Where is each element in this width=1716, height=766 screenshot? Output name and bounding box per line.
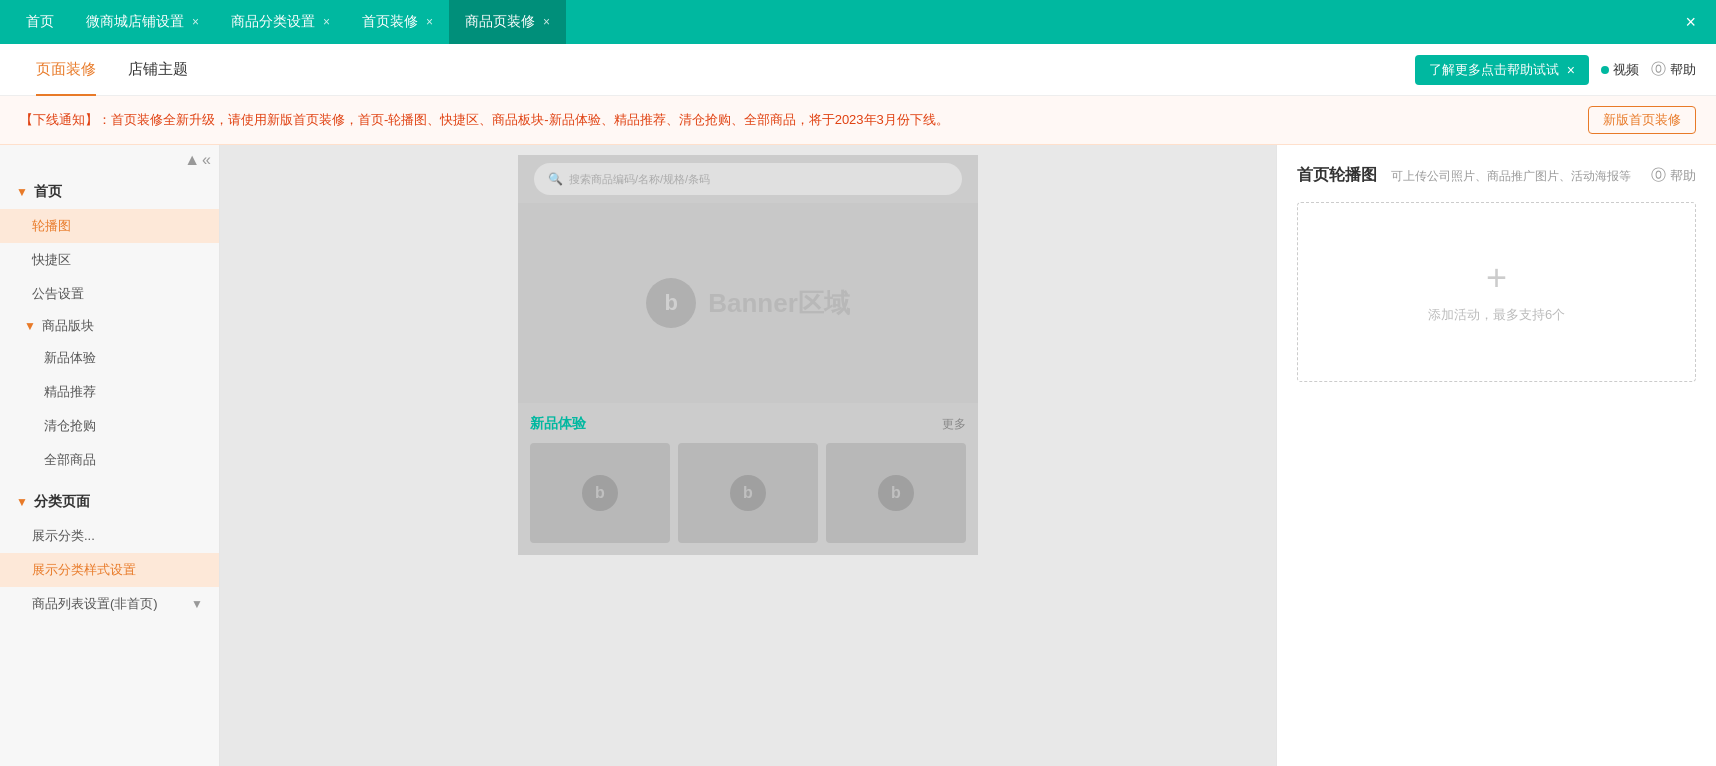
preview-products-section: 新品体验 更多 b b b <box>518 403 978 555</box>
section-arrow-home: ▼ <box>16 185 28 199</box>
section-arrow-category: ▼ <box>16 495 28 509</box>
product-icon-3: b <box>878 475 914 511</box>
subsection-arrow-product-blocks: ▼ <box>24 319 36 333</box>
sidebar-item-shortcuts[interactable]: 快捷区 <box>0 243 219 277</box>
tab-close-store-settings[interactable]: × <box>192 15 199 29</box>
notice-text: 【下线通知】：首页装修全新升级，请使用新版首页装修，首页-轮播图、快捷区、商品板… <box>20 111 949 129</box>
right-panel-header: 首页轮播图 可上传公司照片、商品推广图片、活动海报等 ⓪ 帮助 <box>1297 165 1696 186</box>
expand-icon: ▼ <box>191 597 203 611</box>
preview-search-input: 🔍 搜索商品编码/名称/规格/条码 <box>534 163 962 195</box>
product-icon-1: b <box>582 475 618 511</box>
video-link[interactable]: 视频 <box>1601 61 1639 79</box>
sidebar-item-new-experience[interactable]: 新品体验 <box>0 341 219 375</box>
tab-bar: 首页 微商城店铺设置 × 商品分类设置 × 首页装修 × 商品页装修 × × <box>0 0 1716 44</box>
sidebar-item-carousel[interactable]: 轮播图 <box>0 209 219 243</box>
sidebar-item-announcement[interactable]: 公告设置 <box>0 277 219 311</box>
products-more: 更多 <box>942 416 966 433</box>
tab-category-settings[interactable]: 商品分类设置 × <box>215 0 346 44</box>
sidebar-item-product-list-settings[interactable]: 商品列表设置(非首页) ▼ <box>0 587 219 621</box>
preview-area: 🔍 搜索商品编码/名称/规格/条码 b Banner区域 新品体验 更多 <box>220 145 1276 766</box>
help-link[interactable]: ⓪ 帮助 <box>1651 60 1696 79</box>
sub-tab-page-decor[interactable]: 页面装修 <box>20 44 112 96</box>
banner-logo-icon: b <box>646 278 696 328</box>
up-arrow-icon: ▲ <box>184 151 200 169</box>
add-plus-icon: + <box>1486 260 1507 296</box>
products-title: 新品体验 <box>530 415 586 433</box>
tab-close-product-decor[interactable]: × <box>543 15 550 29</box>
sidebar-collapse-button[interactable]: ▲ « <box>0 145 219 175</box>
sidebar-section-category[interactable]: ▼ 分类页面 <box>0 485 219 519</box>
help-circle-icon: ⓪ <box>1651 166 1666 185</box>
question-icon: ⓪ <box>1651 60 1666 79</box>
right-panel-title: 首页轮播图 <box>1297 165 1377 186</box>
product-icon-2: b <box>730 475 766 511</box>
main-layout: ▲ « ▼ 首页 轮播图 快捷区 公告设置 ▼ 商品版块 新品体验 精品推荐 清… <box>0 145 1716 766</box>
sub-tab-right-actions: 了解更多点击帮助试试 × 视频 ⓪ 帮助 <box>1415 55 1696 85</box>
sidebar: ▲ « ▼ 首页 轮播图 快捷区 公告设置 ▼ 商品版块 新品体验 精品推荐 清… <box>0 145 220 766</box>
collapse-icon: « <box>202 151 211 169</box>
phone-preview: 🔍 搜索商品编码/名称/规格/条码 b Banner区域 新品体验 更多 <box>518 155 978 555</box>
product-card: b <box>678 443 818 543</box>
tab-home-decor[interactable]: 首页装修 × <box>346 0 449 44</box>
tab-close-home-decor[interactable]: × <box>426 15 433 29</box>
sidebar-section-home[interactable]: ▼ 首页 <box>0 175 219 209</box>
sidebar-item-show-category-style[interactable]: 展示分类样式设置 <box>0 553 219 587</box>
tab-product-decor[interactable]: 商品页装修 × <box>449 0 566 44</box>
sidebar-item-all-products[interactable]: 全部商品 <box>0 443 219 477</box>
sidebar-item-show-category[interactable]: 展示分类... <box>0 519 219 553</box>
new-version-button[interactable]: 新版首页装修 <box>1588 106 1696 134</box>
tab-close-category-settings[interactable]: × <box>323 15 330 29</box>
video-dot-icon <box>1601 66 1609 74</box>
preview-search-bar: 🔍 搜索商品编码/名称/规格/条码 <box>518 155 978 203</box>
right-panel-help[interactable]: ⓪ 帮助 <box>1651 166 1696 185</box>
sub-tab-store-theme[interactable]: 店铺主题 <box>112 44 204 96</box>
products-header: 新品体验 更多 <box>530 415 966 433</box>
preview-banner: b Banner区域 <box>518 203 978 403</box>
sidebar-subsection-product-blocks[interactable]: ▼ 商品版块 <box>0 311 219 341</box>
add-activity-box[interactable]: + 添加活动，最多支持6个 <box>1297 202 1696 382</box>
product-card: b <box>530 443 670 543</box>
banner-logo: b Banner区域 <box>646 278 850 328</box>
sub-tab-bar: 页面装修 店铺主题 了解更多点击帮助试试 × 视频 ⓪ 帮助 <box>0 44 1716 96</box>
right-panel-subtitle: 可上传公司照片、商品推广图片、活动海报等 <box>1391 168 1631 185</box>
products-grid: b b b <box>530 443 966 543</box>
tab-home[interactable]: 首页 <box>10 0 70 44</box>
add-activity-label: 添加活动，最多支持6个 <box>1428 306 1565 324</box>
sidebar-item-featured[interactable]: 精品推荐 <box>0 375 219 409</box>
help-banner[interactable]: 了解更多点击帮助试试 × <box>1415 55 1589 85</box>
right-panel: 首页轮播图 可上传公司照片、商品推广图片、活动海报等 ⓪ 帮助 + 添加活动，最… <box>1276 145 1716 766</box>
sidebar-item-clearance[interactable]: 清仓抢购 <box>0 409 219 443</box>
tab-store-settings[interactable]: 微商城店铺设置 × <box>70 0 215 44</box>
notice-bar: 【下线通知】：首页装修全新升级，请使用新版首页装修，首页-轮播图、快捷区、商品板… <box>0 96 1716 145</box>
help-banner-close[interactable]: × <box>1567 62 1575 78</box>
tab-bar-close-all[interactable]: × <box>1675 12 1706 33</box>
product-card: b <box>826 443 966 543</box>
help-banner-text: 了解更多点击帮助试试 <box>1429 61 1559 79</box>
